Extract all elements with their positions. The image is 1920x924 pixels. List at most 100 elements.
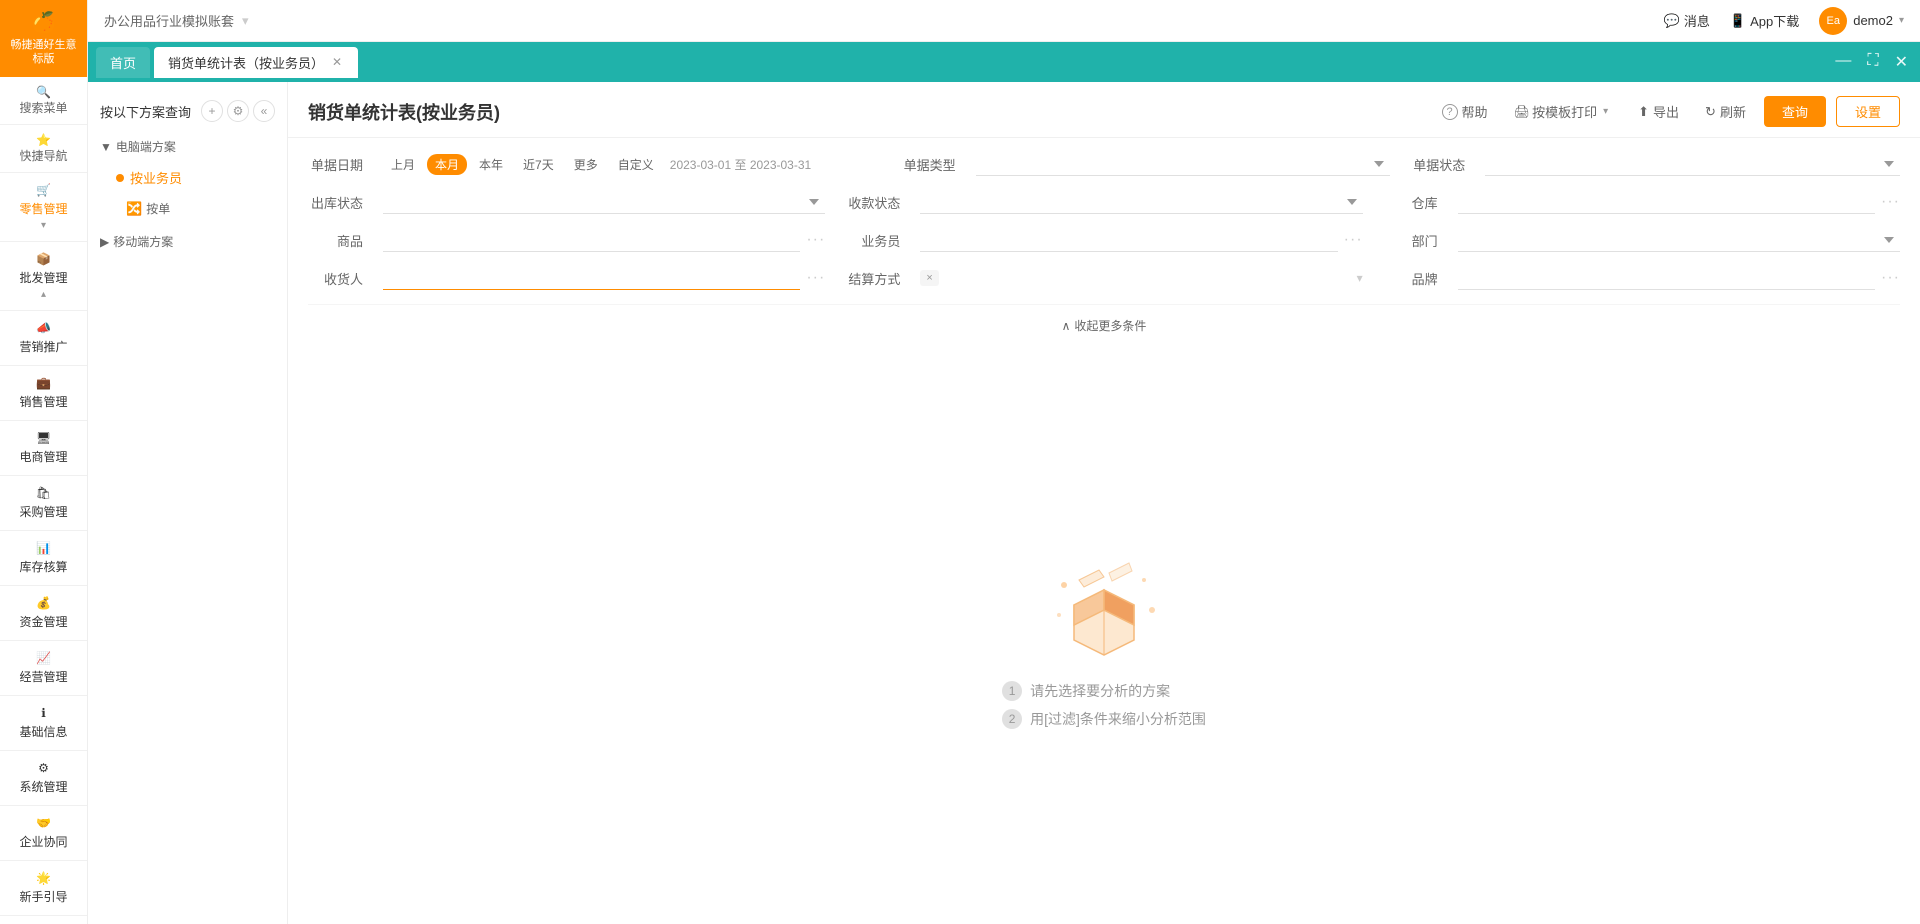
recv-status-select[interactable]: [920, 190, 1362, 214]
message-button[interactable]: 💬 消息: [1664, 11, 1710, 30]
left-panel-title: 按以下方案查询: [100, 102, 191, 121]
minimize-window-button[interactable]: —: [1831, 48, 1855, 76]
tabbar: 首页 销货单统计表（按业务员） ✕ — ⛶ ✕: [88, 42, 1920, 82]
refresh-button[interactable]: ↻ 刷新: [1697, 98, 1754, 125]
date-pill-last-7-days[interactable]: 近7天: [515, 154, 562, 175]
tab-home[interactable]: 首页: [96, 47, 150, 78]
topbar: 办公用品行业模拟账套 ▾ 💬 消息 📱 App下载 Ea demo2 ▾: [88, 0, 1920, 42]
staff-input[interactable]: [920, 228, 1337, 252]
close-tab-icon[interactable]: ✕: [330, 55, 344, 69]
brand-input[interactable]: [1458, 266, 1875, 290]
sales-stat-tab-label: 销货单统计表（按业务员）: [168, 53, 324, 72]
payment-dropdown-icon[interactable]: ▾: [1357, 271, 1363, 285]
date-pill-this-month[interactable]: 本月: [427, 154, 467, 175]
main-area: 办公用品行业模拟账套 ▾ 💬 消息 📱 App下载 Ea demo2 ▾ 首页 …: [88, 0, 1920, 924]
date-pill-more[interactable]: 更多: [566, 154, 606, 175]
scheme-item-by-staff[interactable]: 按业务员: [88, 161, 287, 194]
close-window-button[interactable]: ✕: [1891, 48, 1912, 76]
message-label: 消息: [1684, 11, 1710, 30]
wholesale-icon: 📦: [36, 252, 51, 266]
goods-dots[interactable]: ···: [806, 231, 825, 249]
sidebar-item-sales[interactable]: 💼 销售管理: [0, 366, 87, 421]
right-content: 销货单统计表(按业务员) ? 帮助 🖨 按模板打印 ▾ ⬆ 导出: [288, 82, 1920, 924]
date-pill-this-year[interactable]: 本年: [471, 154, 511, 175]
warehouse-dots[interactable]: ···: [1881, 193, 1900, 211]
payment-clear-button[interactable]: ×: [926, 272, 932, 284]
date-pill-custom[interactable]: 自定义: [610, 154, 662, 175]
maximize-window-button[interactable]: ⛶: [1863, 48, 1882, 76]
query-button[interactable]: 查询: [1764, 96, 1826, 127]
scheme-group-mobile-title[interactable]: ▶ 移动端方案: [88, 227, 287, 256]
add-scheme-button[interactable]: +: [201, 100, 223, 122]
scheme-group-mobile: ▶ 移动端方案: [88, 225, 287, 258]
sidebar: 🍊 畅捷通好生意标版 🔍 搜索菜单 ⭐ 快捷导航 🛒 零售管理 ▾ 📦 批发管理…: [0, 0, 88, 924]
export-label: 导出: [1653, 102, 1679, 121]
collapse-panel-button[interactable]: «: [253, 100, 275, 122]
scheme-group-desktop-title[interactable]: ▼ 电脑端方案: [88, 132, 287, 161]
sidebar-item-finance[interactable]: 💰 资金管理: [0, 586, 87, 641]
page-content: 按以下方案查询 + ⚙ « ▼ 电脑端方案 按业务员 🔀: [88, 82, 1920, 924]
scheme-group-label: 电脑端方案: [116, 138, 176, 155]
goods-input[interactable]: [383, 228, 800, 252]
brand-dots[interactable]: ···: [1881, 269, 1900, 287]
doc-status-select[interactable]: [1485, 152, 1900, 176]
sidebar-item-corp[interactable]: 🤝 企业协同: [0, 806, 87, 861]
sidebar-item-ecommerce[interactable]: 🖥 电商管理: [0, 421, 87, 476]
sidebar-item-label: 系统管理: [19, 778, 67, 795]
staff-field: ···: [920, 228, 1362, 252]
dept-select[interactable]: [1458, 228, 1900, 252]
doc-type-select[interactable]: [976, 152, 1391, 176]
doc-type-field: [976, 152, 1391, 176]
recipient-input[interactable]: [383, 266, 800, 290]
scheme-item-label: 按业务员: [130, 168, 182, 187]
collapse-button[interactable]: ∧ 收起更多条件: [1050, 313, 1159, 338]
page-title: 销货单统计表(按业务员): [308, 99, 500, 125]
settings-button[interactable]: 设置: [1836, 96, 1900, 127]
sidebar-item-basic[interactable]: ℹ 基础信息: [0, 696, 87, 751]
sidebar-item-appstore[interactable]: 🔲 应用中心: [0, 916, 87, 924]
marketing-icon: 📣: [36, 321, 51, 335]
sidebar-item-inventory[interactable]: 📊 库存核算: [0, 531, 87, 586]
tab-sales-stat[interactable]: 销货单统计表（按业务员） ✕: [154, 47, 358, 78]
search-icon: 🔍: [36, 85, 51, 99]
topbar-right: 💬 消息 📱 App下载 Ea demo2 ▾: [1664, 7, 1904, 35]
settings-scheme-button[interactable]: ⚙: [227, 100, 249, 122]
sidebar-item-newguide[interactable]: 🌟 新手引导: [0, 861, 87, 916]
help-button[interactable]: ? 帮助: [1434, 98, 1496, 125]
purchase-icon: 🛍: [36, 486, 51, 500]
warehouse-input[interactable]: [1458, 190, 1875, 214]
sidebar-item-label: 零售管理: [19, 200, 67, 217]
star-icon: ⭐: [36, 133, 51, 147]
app-download-button[interactable]: 📱 App下载: [1730, 11, 1799, 30]
out-status-select[interactable]: [383, 190, 825, 214]
staff-dots[interactable]: ···: [1344, 231, 1363, 249]
sidebar-search-item[interactable]: 🔍 搜索菜单: [0, 77, 87, 125]
avatar: Ea: [1819, 7, 1847, 35]
refresh-icon: ↻: [1705, 104, 1716, 120]
chevron-up-icon: ▴: [41, 289, 46, 300]
recipient-label: 收货人: [308, 269, 363, 288]
sidebar-item-label: 批发管理: [19, 269, 67, 286]
sidebar-item-wholesale[interactable]: 📦 批发管理 ▴: [0, 242, 87, 311]
sidebar-item-retail[interactable]: 🛒 零售管理 ▾: [0, 173, 87, 242]
sidebar-item-label: 电商管理: [19, 448, 67, 465]
recipient-dots[interactable]: ···: [806, 269, 825, 287]
scheme-sub-item-by-order[interactable]: 🔀 按单: [88, 194, 287, 223]
doc-status-field: [1485, 152, 1900, 176]
sidebar-item-marketing[interactable]: 📣 营销推广: [0, 311, 87, 366]
sidebar-item-system[interactable]: ⚙ 系统管理: [0, 751, 87, 806]
sidebar-logo[interactable]: 🍊 畅捷通好生意标版: [0, 0, 87, 77]
date-pill-last-month[interactable]: 上月: [383, 154, 423, 175]
sidebar-item-operations[interactable]: 📈 经营管理: [0, 641, 87, 696]
breadcrumb-arrow: ▾: [242, 13, 249, 29]
ecommerce-icon: 🖥: [36, 431, 51, 445]
inventory-icon: 📊: [36, 541, 51, 555]
logo-text: 畅捷通好生意标版: [6, 38, 81, 67]
chevron-down-icon: ▾: [41, 220, 46, 231]
export-button[interactable]: ⬆ 导出: [1630, 98, 1687, 125]
sidebar-item-purchase[interactable]: 🛍 采购管理: [0, 476, 87, 531]
sidebar-quick-nav-item[interactable]: ⭐ 快捷导航: [0, 125, 87, 173]
user-menu-button[interactable]: Ea demo2 ▾: [1819, 7, 1904, 35]
template-print-button[interactable]: 🖨 按模板打印 ▾: [1506, 98, 1621, 125]
print-dropdown-arrow[interactable]: ▾: [1599, 104, 1612, 119]
